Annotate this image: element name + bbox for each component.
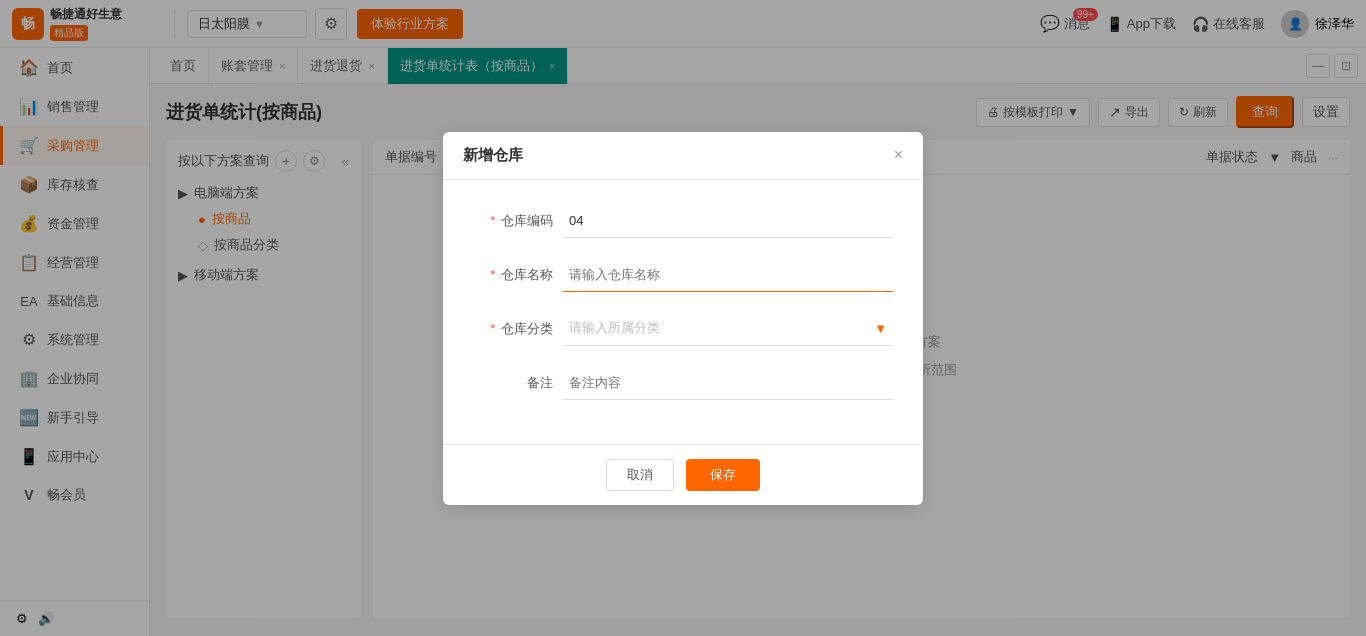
form-label-name: * 仓库名称 — [473, 266, 553, 284]
warehouse-name-input[interactable] — [563, 258, 893, 292]
form-row-category: * 仓库分类 请输入所属分类 ▼ — [473, 312, 893, 346]
warehouse-code-input[interactable] — [563, 204, 893, 238]
modal-title: 新增仓库 — [463, 146, 523, 165]
form-row-code: * 仓库编码 — [473, 204, 893, 238]
new-warehouse-modal: 新增仓库 × * 仓库编码 * 仓库名称 * — [443, 132, 923, 505]
modal-header: 新增仓库 × — [443, 132, 923, 180]
form-row-name: * 仓库名称 — [473, 258, 893, 292]
form-label-code: * 仓库编码 — [473, 212, 553, 230]
required-star-code: * — [490, 213, 495, 228]
category-dropdown-icon: ▼ — [874, 321, 887, 336]
category-placeholder: 请输入所属分类 — [569, 319, 660, 337]
modal-body: * 仓库编码 * 仓库名称 * 仓库分类 请输入所属分类 — [443, 180, 923, 444]
required-star-category: * — [490, 321, 495, 336]
save-button[interactable]: 保存 — [686, 459, 760, 491]
modal-overlay[interactable]: 新增仓库 × * 仓库编码 * 仓库名称 * — [0, 0, 1366, 636]
form-label-category: * 仓库分类 — [473, 320, 553, 338]
modal-footer: 取消 保存 — [443, 444, 923, 505]
warehouse-note-input[interactable] — [563, 366, 893, 400]
required-star-name: * — [490, 267, 495, 282]
form-row-note: 备注 — [473, 366, 893, 400]
form-label-note: 备注 — [473, 374, 553, 392]
modal-close-button[interactable]: × — [894, 146, 903, 164]
warehouse-category-select[interactable]: 请输入所属分类 ▼ — [563, 312, 893, 346]
cancel-button[interactable]: 取消 — [606, 459, 674, 491]
